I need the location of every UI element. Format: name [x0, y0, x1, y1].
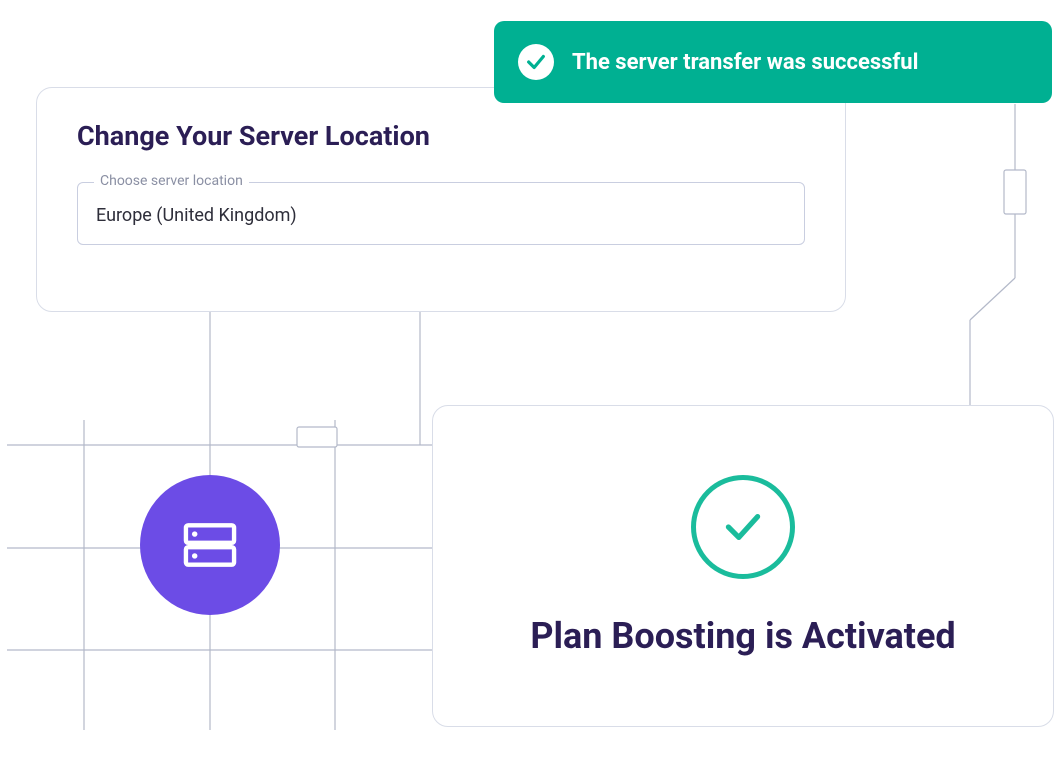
server-icon [140, 475, 280, 615]
check-icon [691, 475, 795, 579]
card-title: Change Your Server Location [77, 120, 805, 152]
toast-message: The server transfer was successful [572, 50, 918, 75]
plan-boost-card: Plan Boosting is Activated [432, 405, 1054, 727]
boost-message: Plan Boosting is Activated [530, 615, 955, 657]
check-icon [518, 44, 554, 80]
server-location-select[interactable]: Choose server location Europe (United Ki… [77, 182, 805, 245]
field-label: Choose server location [94, 173, 249, 189]
server-location-card: Change Your Server Location Choose serve… [36, 87, 846, 312]
field-value: Europe (United Kingdom) [96, 205, 786, 226]
success-toast: The server transfer was successful [494, 21, 1052, 103]
